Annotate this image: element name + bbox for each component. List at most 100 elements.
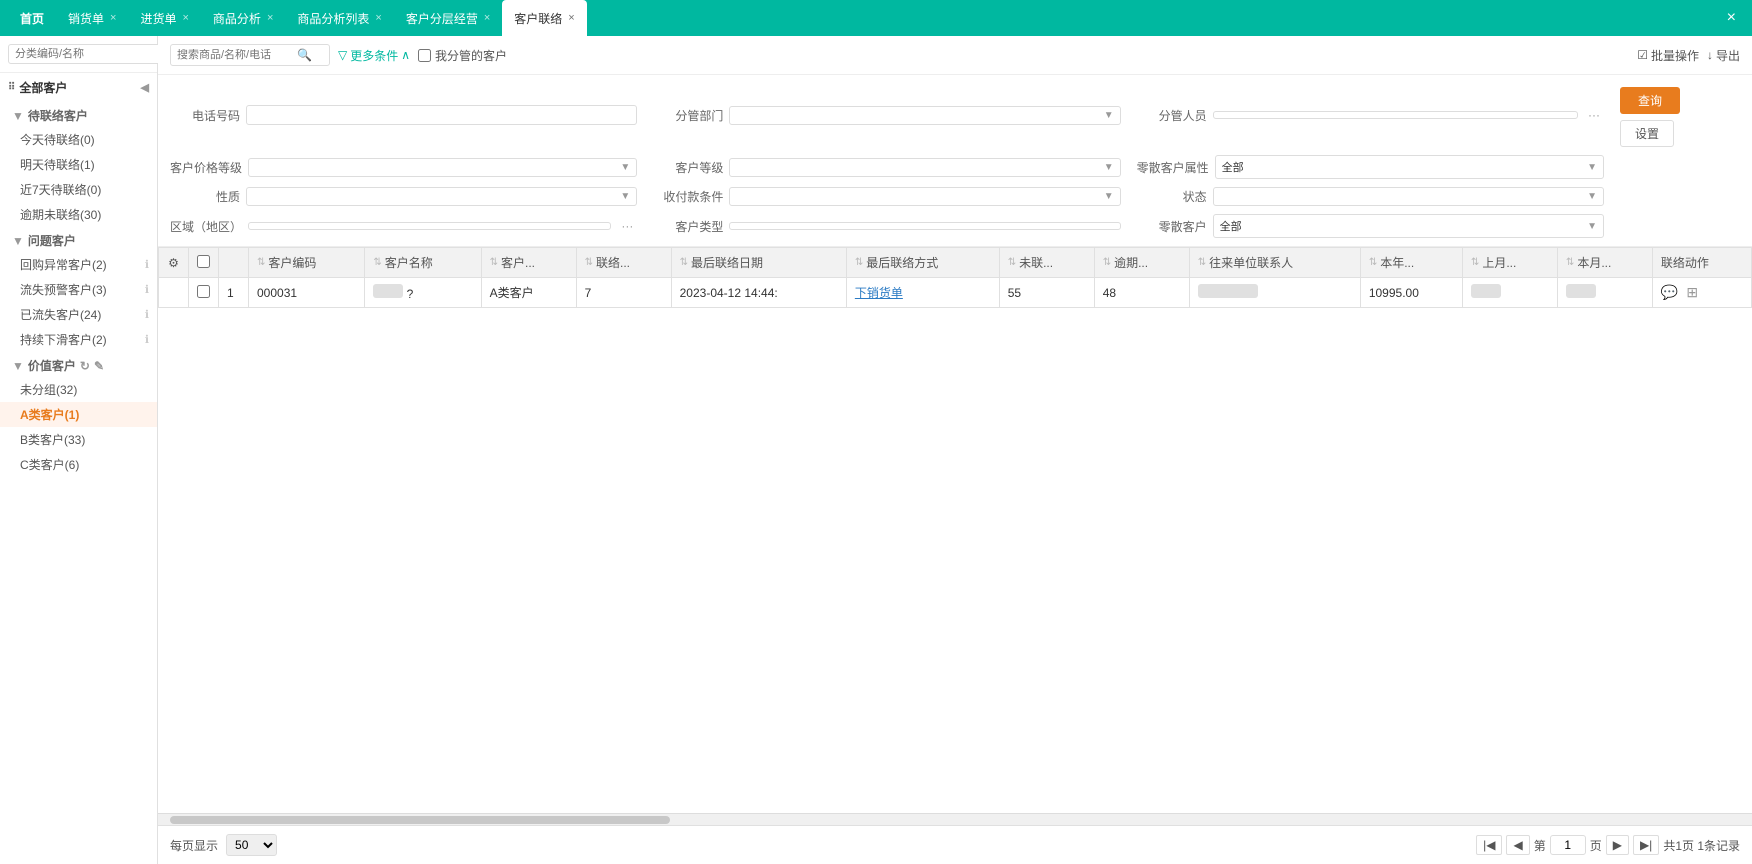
topbar-customer-contact[interactable]: 客户联络 × bbox=[502, 0, 586, 36]
sidebar-item-today[interactable]: 今天待联络(0) bbox=[0, 127, 157, 152]
export-btn[interactable]: ↓ 导出 bbox=[1707, 47, 1740, 64]
close-customer-contact-icon[interactable]: × bbox=[568, 12, 574, 24]
sort-icon11: ⇅ bbox=[1471, 257, 1479, 268]
close-product-analysis-icon[interactable]: × bbox=[267, 12, 273, 24]
sort-icon5: ⇅ bbox=[680, 257, 688, 268]
edit-icon[interactable]: ✎ bbox=[94, 359, 104, 373]
filter-more-btn[interactable]: ▽ 更多条件 ∧ bbox=[338, 47, 410, 64]
topbar-product-analysis[interactable]: 商品分析 × bbox=[201, 0, 285, 36]
sidebar-all-customers[interactable]: ⠿ 全部客户 ◀ bbox=[0, 73, 157, 102]
sidebar-item-7days[interactable]: 近7天待联络(0) bbox=[0, 177, 157, 202]
page-input[interactable] bbox=[1550, 835, 1586, 855]
scrollbar-thumb[interactable] bbox=[170, 816, 670, 824]
payment-select[interactable]: ▼ bbox=[729, 187, 1120, 206]
filter-search-input[interactable] bbox=[177, 49, 297, 61]
group-value-customers[interactable]: ▼ 价值客户 ↻ ✎ bbox=[0, 352, 157, 377]
group-problem-customers[interactable]: ▼ 问题客户 bbox=[0, 227, 157, 252]
group-pending-contact[interactable]: ▼ 待联络客户 bbox=[0, 102, 157, 127]
col-last-date[interactable]: ⇅最后联络日期 bbox=[671, 248, 846, 278]
topbar-customer-segment[interactable]: 客户分层经营 × bbox=[394, 0, 502, 36]
dept-select[interactable]: ▼ bbox=[729, 106, 1120, 125]
close-sales-icon[interactable]: × bbox=[110, 12, 116, 24]
retail-customer-select[interactable]: 全部 ▼ bbox=[1213, 214, 1604, 238]
sidebar-item-b-class[interactable]: B类客户(33) bbox=[0, 427, 157, 452]
horizontal-scrollbar[interactable] bbox=[158, 813, 1752, 825]
region-select[interactable] bbox=[248, 222, 611, 230]
topbar-purchase[interactable]: 进货单 × bbox=[128, 0, 200, 36]
sidebar-item-declining[interactable]: 持续下滑客户(2) ℹ bbox=[0, 327, 157, 352]
col-no-contact[interactable]: ⇅未联... bbox=[999, 248, 1094, 278]
col-this-year[interactable]: ⇅本年... bbox=[1360, 248, 1462, 278]
cell-contact-count: 7 bbox=[576, 278, 671, 308]
cell-last-method[interactable]: 下销货单 bbox=[846, 278, 999, 308]
batch-icon: ☑ bbox=[1637, 48, 1648, 62]
topbar-global-close[interactable]: × bbox=[1719, 9, 1744, 27]
settings-button[interactable]: 设置 bbox=[1620, 120, 1674, 147]
sidebar-item-c-class[interactable]: C类客户(6) bbox=[0, 452, 157, 477]
sidebar-search-area: 🔍 bbox=[0, 36, 157, 73]
collapse-icon[interactable]: ◀ bbox=[141, 81, 149, 94]
filter-search-icon[interactable]: 🔍 bbox=[297, 48, 312, 62]
topbar-home[interactable]: 首页 bbox=[8, 0, 56, 36]
col-unit-contact[interactable]: ⇅往来单位联系人 bbox=[1189, 248, 1360, 278]
filter-actions: 查询 设置 bbox=[1620, 83, 1740, 147]
region-dots[interactable]: ··· bbox=[617, 219, 637, 233]
prev-page-btn[interactable]: ◀ bbox=[1506, 835, 1529, 855]
close-product-list-icon[interactable]: × bbox=[375, 12, 381, 24]
person-select[interactable] bbox=[1213, 111, 1578, 119]
payment-label: 收付款条件 bbox=[653, 188, 723, 205]
retail-attr-arrow: ▼ bbox=[1587, 162, 1597, 173]
retail-attr-select[interactable]: 全部 ▼ bbox=[1215, 155, 1604, 179]
table-gear-icon[interactable]: ⚙ bbox=[168, 256, 179, 270]
query-button[interactable]: 查询 bbox=[1620, 87, 1680, 114]
col-last-method[interactable]: ⇅最后联络方式 bbox=[846, 248, 999, 278]
sidebar-item-churn-warning[interactable]: 流失预警客户(3) ℹ bbox=[0, 277, 157, 302]
per-page-select[interactable]: 50 100 200 bbox=[226, 834, 277, 856]
next-page-btn[interactable]: ▶ bbox=[1606, 835, 1629, 855]
row-checkbox[interactable] bbox=[197, 285, 210, 298]
customer-grade-select[interactable]: ▼ bbox=[729, 158, 1120, 177]
col-checkbox bbox=[189, 248, 219, 278]
my-customers-filter[interactable]: 我分管的客户 bbox=[418, 47, 507, 64]
sidebar-item-a-class[interactable]: A类客户(1) bbox=[0, 402, 157, 427]
my-customers-checkbox[interactable] bbox=[418, 49, 431, 62]
filter-search-box: 🔍 bbox=[170, 44, 330, 66]
chat-icon[interactable]: 💬 bbox=[1661, 284, 1678, 301]
sidebar-item-overdue[interactable]: 逾期未联络(30) bbox=[0, 202, 157, 227]
close-purchase-icon[interactable]: × bbox=[182, 12, 188, 24]
filter-row-region: 区域（地区） ··· bbox=[170, 214, 637, 238]
info-icon1: ℹ bbox=[145, 258, 149, 271]
col-this-month[interactable]: ⇅本月... bbox=[1557, 248, 1652, 278]
refresh-icon[interactable]: ↻ bbox=[80, 359, 90, 373]
batch-ops-btn[interactable]: ☑ 批量操作 bbox=[1637, 47, 1699, 64]
last-page-btn[interactable]: ▶| bbox=[1633, 835, 1659, 855]
status-select[interactable]: ▼ bbox=[1213, 187, 1604, 206]
close-customer-segment-icon[interactable]: × bbox=[484, 12, 490, 24]
sidebar-item-repurchase-abnormal[interactable]: 回购异常客户(2) ℹ bbox=[0, 252, 157, 277]
col-category[interactable]: ⇅客户... bbox=[481, 248, 576, 278]
col-seq bbox=[219, 248, 249, 278]
select-all-checkbox[interactable] bbox=[197, 255, 210, 268]
qr-icon[interactable]: ⊞ bbox=[1686, 284, 1698, 301]
col-name[interactable]: ⇅客户名称 bbox=[365, 248, 481, 278]
sidebar-item-churned[interactable]: 已流失客户(24) ℹ bbox=[0, 302, 157, 327]
col-overdue[interactable]: ⇅逾期... bbox=[1094, 248, 1189, 278]
first-page-btn[interactable]: |◀ bbox=[1476, 835, 1502, 855]
col-gear[interactable]: ⚙ bbox=[159, 248, 189, 278]
phone-input[interactable] bbox=[246, 105, 637, 125]
col-code[interactable]: ⇅客户编码 bbox=[249, 248, 365, 278]
retail-customer-label: 零散客户 bbox=[1137, 218, 1207, 235]
nature-select[interactable]: ▼ bbox=[246, 187, 637, 206]
col-last-month[interactable]: ⇅上月... bbox=[1462, 248, 1557, 278]
customer-type-select[interactable] bbox=[729, 222, 1120, 230]
sidebar-search-input[interactable] bbox=[8, 44, 164, 64]
topbar-sales[interactable]: 销货单 × bbox=[56, 0, 128, 36]
price-grade-label: 客户价格等级 bbox=[170, 159, 242, 176]
this-month-blurred bbox=[1566, 284, 1596, 298]
topbar-product-list[interactable]: 商品分析列表 × bbox=[285, 0, 393, 36]
sidebar-item-tomorrow[interactable]: 明天待联络(1) bbox=[0, 152, 157, 177]
price-grade-select[interactable]: ▼ bbox=[248, 158, 637, 177]
col-contact[interactable]: ⇅联络... bbox=[576, 248, 671, 278]
sidebar-item-ungrouped[interactable]: 未分组(32) bbox=[0, 377, 157, 402]
person-dots[interactable]: ··· bbox=[1584, 108, 1604, 122]
